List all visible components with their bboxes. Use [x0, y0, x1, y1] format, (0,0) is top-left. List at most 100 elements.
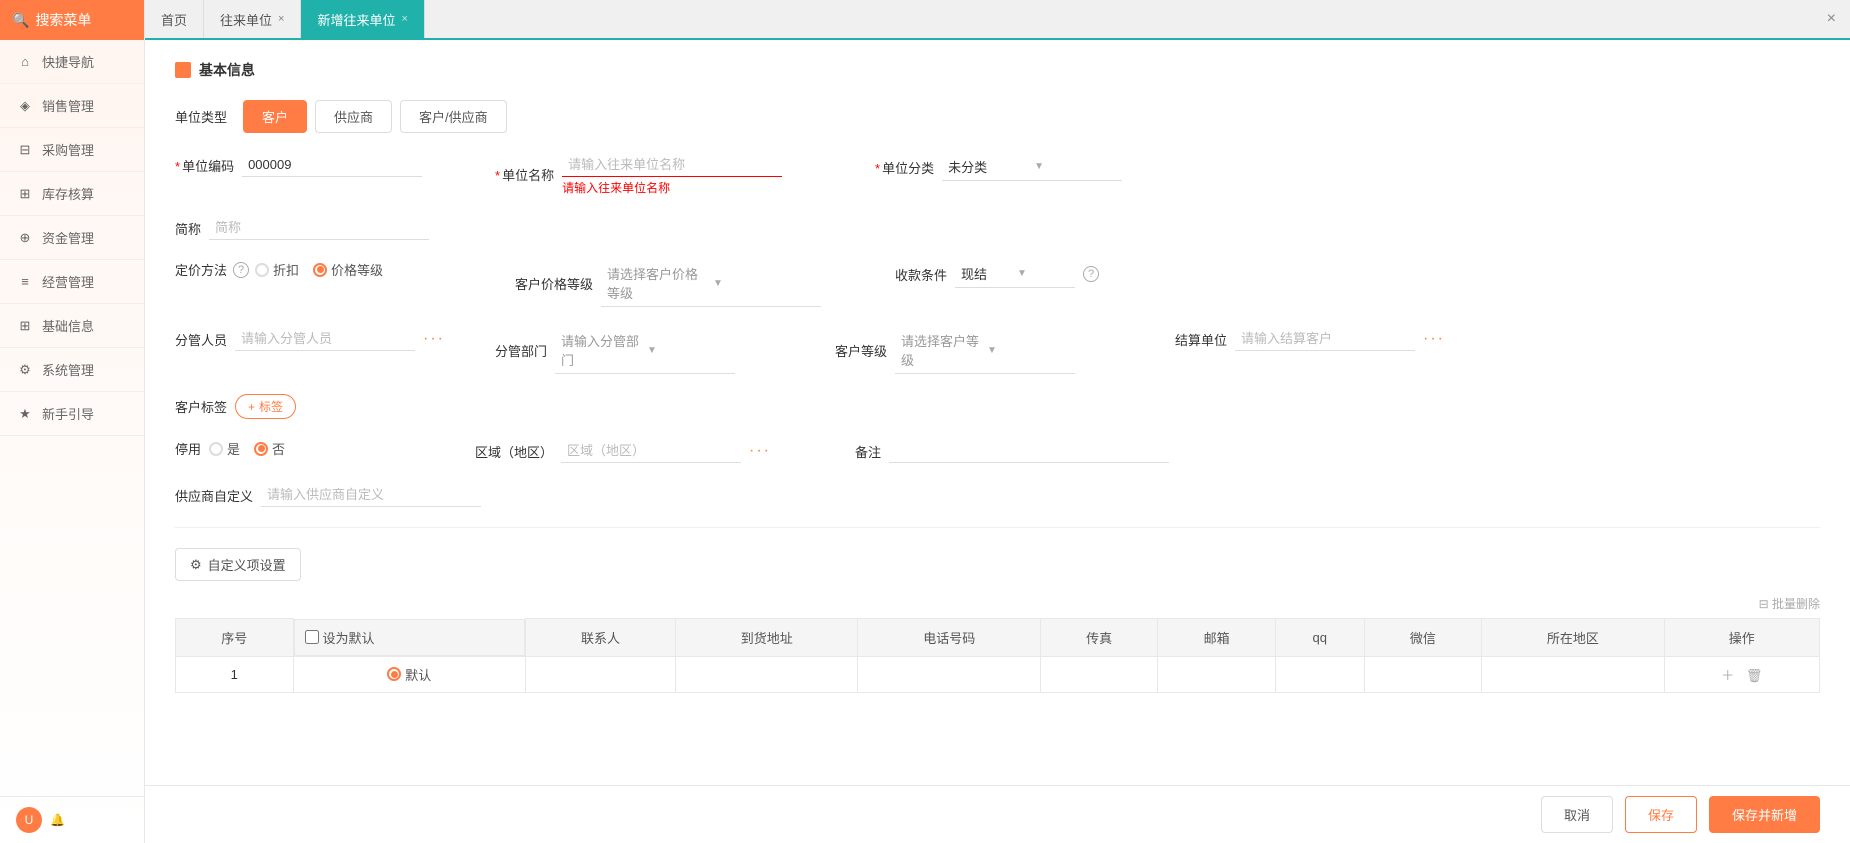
select-all-checkbox[interactable]	[305, 630, 319, 644]
unit-code-input[interactable]	[242, 153, 422, 177]
settlement-more-icon[interactable]: ···	[1423, 330, 1445, 348]
department-select[interactable]: 请输入分管部门 ▼	[555, 327, 735, 374]
form-row-short-name: 简称	[175, 216, 1820, 240]
td-fax	[1040, 656, 1158, 692]
window-close-btn[interactable]: ×	[1813, 10, 1850, 28]
region-more-icon[interactable]: ···	[749, 442, 771, 460]
home-icon: ⌂	[16, 53, 34, 71]
grid-icon: ⊞	[16, 317, 34, 335]
supplier-custom-input[interactable]	[261, 483, 481, 507]
add-row-icon[interactable]: ＋	[1721, 668, 1734, 683]
unit-type-customer-btn[interactable]: 客户	[243, 100, 307, 133]
table-row: 1 默认	[176, 656, 1820, 692]
radio-disabled-yes[interactable]: 是	[209, 439, 240, 458]
search-menu-btn[interactable]: 🔍 搜索菜单	[0, 0, 144, 40]
sidebar-item-system[interactable]: ⚙ 系统管理	[0, 348, 144, 392]
unit-name-group: *单位名称 请输入往来单位名称	[495, 153, 855, 196]
add-tag-btn[interactable]: + 标签	[235, 394, 296, 419]
radio-disabled-no[interactable]: 否	[254, 439, 285, 458]
unit-type-both-btn[interactable]: 客户/供应商	[400, 100, 507, 133]
required-star-name: *	[495, 168, 500, 183]
sidebar-item-quick-nav[interactable]: ⌂ 快捷导航	[0, 40, 144, 84]
sidebar-item-inventory[interactable]: ⊞ 库存核算	[0, 172, 144, 216]
payment-terms-label: 收款条件	[895, 265, 947, 284]
remark-input[interactable]	[889, 439, 1169, 463]
radio-discount[interactable]: 折扣	[255, 260, 299, 279]
form-row-manager: 分管人员 ··· 分管部门 请输入分管部门 ▼ 客户等级 请选择客户等级 ▼ 结…	[175, 327, 1820, 374]
department-group: 分管部门 请输入分管部门 ▼	[495, 327, 815, 374]
sidebar-label-inventory: 库存核算	[42, 184, 94, 203]
sidebar-item-basic[interactable]: ⊞ 基础信息	[0, 304, 144, 348]
th-default: 设为默认	[294, 619, 525, 656]
sidebar-label-sales: 销售管理	[42, 96, 94, 115]
unit-name-error: 请输入往来单位名称	[562, 179, 782, 196]
td-row-actions: ＋ 🗑	[1664, 656, 1819, 692]
section-divider	[175, 527, 1820, 528]
payment-terms-value: 现结	[961, 264, 1013, 283]
unit-code-label: *单位编码	[175, 156, 234, 175]
sidebar-item-finance[interactable]: ⊕ 资金管理	[0, 216, 144, 260]
chevron-down-dept-icon: ▼	[647, 345, 729, 356]
batch-delete-btn[interactable]: ⊟ 批量删除	[175, 595, 1820, 612]
region-input[interactable]	[561, 439, 741, 463]
manager-group: 分管人员 ···	[175, 327, 475, 351]
th-fax: 传真	[1040, 619, 1158, 657]
tags-label: 客户标签	[175, 397, 227, 416]
save-add-button[interactable]: 保存并新增	[1709, 796, 1820, 833]
sidebar-item-sales[interactable]: ◈ 销售管理	[0, 84, 144, 128]
plus-icon: +	[248, 400, 255, 414]
settlement-unit-input[interactable]	[1235, 327, 1415, 351]
sidebar-item-purchase[interactable]: ⊟ 采购管理	[0, 128, 144, 172]
radio-discount-label: 折扣	[273, 260, 299, 279]
manager-more-icon[interactable]: ···	[423, 330, 445, 348]
region-group: 区域（地区） ···	[475, 439, 835, 463]
contacts-table: 序号 设为默认 联系人 到货地址 电话号码 传真 邮箱 qq 微信 所在地区 操…	[175, 618, 1820, 693]
radio-disabled-no-circle	[254, 442, 268, 456]
tab-new-trade-unit[interactable]: 新增往来单位 ×	[301, 0, 424, 38]
tab-home-label: 首页	[161, 10, 187, 29]
required-star-cat: *	[875, 161, 880, 176]
unit-category-select[interactable]: 未分类 ▼	[942, 153, 1122, 181]
save-button[interactable]: 保存	[1625, 796, 1697, 833]
search-icon: 🔍	[12, 12, 29, 29]
unit-name-input[interactable]	[562, 153, 782, 177]
form-row-supplier-custom: 供应商自定义	[175, 483, 1820, 507]
cancel-button[interactable]: 取消	[1541, 796, 1613, 833]
pricing-help-icon[interactable]: ?	[233, 262, 249, 278]
customer-price-level-group: 客户价格等级 请选择客户价格等级 ▼	[515, 260, 875, 307]
unit-name-wrap: 请输入往来单位名称	[562, 153, 782, 196]
unit-type-supplier-btn[interactable]: 供应商	[315, 100, 392, 133]
th-address: 到货地址	[675, 619, 857, 657]
pricing-radio-group: 折扣 价格等级	[255, 260, 383, 279]
payment-terms-select[interactable]: 现结 ▼	[955, 260, 1075, 288]
form-row-disabled: 停用 是 否 区域（地区） ··· 备注	[175, 439, 1820, 463]
payment-help-icon[interactable]: ?	[1083, 266, 1099, 282]
tab-trade-units[interactable]: 往来单位 ×	[204, 0, 301, 38]
chart-icon: ≡	[16, 273, 34, 291]
td-phone	[858, 656, 1040, 692]
th-email: 邮箱	[1158, 619, 1276, 657]
customer-price-level-label: 客户价格等级	[515, 274, 593, 293]
sidebar-item-operations[interactable]: ≡ 经营管理	[0, 260, 144, 304]
short-name-input[interactable]	[209, 216, 429, 240]
customer-level-select[interactable]: 请选择客户等级 ▼	[895, 327, 1075, 374]
sidebar-item-newbie[interactable]: ★ 新手引导	[0, 392, 144, 436]
tab-trade-units-close[interactable]: ×	[278, 13, 284, 25]
customer-level-group: 客户等级 请选择客户等级 ▼	[835, 327, 1155, 374]
form-row-tags: 客户标签 + 标签	[175, 394, 1820, 419]
radio-price-level[interactable]: 价格等级	[313, 260, 383, 279]
radio-default[interactable]: 默认	[387, 665, 431, 684]
customer-level-label: 客户等级	[835, 341, 887, 360]
sidebar-label-system: 系统管理	[42, 360, 94, 379]
tab-new-trade-unit-close[interactable]: ×	[401, 13, 407, 25]
delete-row-icon[interactable]: 🗑	[1746, 668, 1763, 683]
customer-price-level-select[interactable]: 请选择客户价格等级 ▼	[601, 260, 821, 307]
remark-label: 备注	[855, 442, 881, 461]
sidebar-label-purchase: 采购管理	[42, 140, 94, 159]
sidebar-label-newbie: 新手引导	[42, 404, 94, 423]
sidebar-label-finance: 资金管理	[42, 228, 94, 247]
manager-input[interactable]	[235, 327, 415, 351]
td-wechat	[1364, 656, 1482, 692]
customize-settings-btn[interactable]: ⚙ 自定义项设置	[175, 548, 301, 581]
tab-home[interactable]: 首页	[145, 0, 204, 38]
